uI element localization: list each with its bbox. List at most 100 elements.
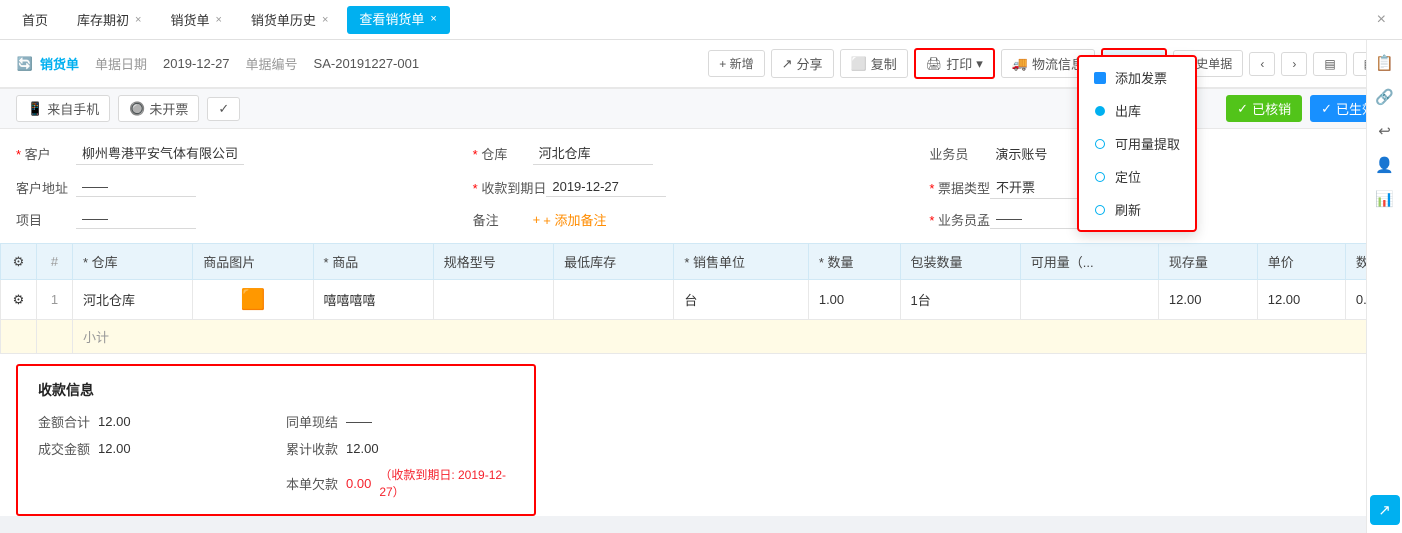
truck-icon: 🚚: [1012, 56, 1028, 72]
prev-button[interactable]: ‹: [1249, 52, 1275, 76]
sidebar-chart-icon[interactable]: 📊: [1370, 184, 1400, 214]
phone-icon: 📱: [27, 101, 43, 117]
note-field: 备注 + + 添加备注: [473, 210, 930, 229]
subtotal-gear: [1, 320, 37, 354]
from-phone-button[interactable]: 📱 来自手机: [16, 95, 110, 122]
address-value[interactable]: ——: [76, 177, 196, 197]
dropdown-locate[interactable]: 定位: [1079, 160, 1195, 193]
check-circle-icon: ✓: [1237, 101, 1248, 117]
copy-button[interactable]: ⬜ 复制: [840, 49, 908, 78]
sidebar-expand-icon[interactable]: ↗: [1370, 495, 1400, 525]
col-header-product: * 商品: [313, 244, 433, 280]
sidebar-user-icon[interactable]: 👤: [1370, 150, 1400, 180]
next-button[interactable]: ›: [1281, 52, 1307, 76]
transaction-row: 成交金额 12.00: [38, 439, 266, 458]
dropdown-refresh[interactable]: 刷新: [1079, 193, 1195, 226]
summary-panel: 收款信息 金额合计 12.00 同单现结 —— 成交金额 12.00 累计收款 …: [16, 364, 536, 516]
row-warehouse: 河北仓库: [73, 280, 193, 320]
col-header-pack-qty: 包装数量: [900, 244, 1020, 280]
sidebar-doc-icon[interactable]: 📋: [1370, 48, 1400, 78]
row-unit: 台: [674, 280, 809, 320]
total-amount-row: 金额合计 12.00: [38, 412, 266, 431]
available-qty-icon: [1093, 137, 1107, 151]
project-field: 项目 ——: [16, 209, 473, 229]
plus-icon: +: [533, 212, 541, 227]
tab-view-sales[interactable]: 查看销货单 ×: [347, 6, 449, 34]
outbound-icon: [1093, 104, 1107, 118]
check-button[interactable]: ✓: [207, 97, 240, 121]
tab-close-sales-history[interactable]: ×: [322, 14, 328, 26]
print-button[interactable]: 🖨 打印 ▾: [916, 50, 993, 77]
doc-title: 🔄 销货单: [16, 54, 79, 73]
right-sidebar: 📋 🔗 ↩ 👤 📊 ↗: [1366, 40, 1402, 533]
warehouse-field: 仓库 河北仓库: [473, 141, 930, 165]
col-header-gear: ⚙: [1, 244, 37, 280]
customer-value[interactable]: 柳州粤港平安气体有限公司: [76, 141, 244, 165]
total-amount-label: 金额合计: [38, 412, 90, 431]
share-icon: ↗: [782, 56, 793, 72]
payment-date-label: 收款到期日: [473, 178, 547, 197]
tab-sales-history[interactable]: 销货单历史 ×: [237, 0, 343, 39]
tab-bar-close-button[interactable]: ×: [1369, 11, 1394, 29]
tab-close-sales[interactable]: ×: [215, 14, 221, 26]
summary-title: 收款信息: [38, 380, 514, 400]
tab-close-inventory[interactable]: ×: [135, 14, 141, 26]
ticket-icon: 🔘: [129, 101, 145, 117]
row-qty: 1.00: [808, 280, 900, 320]
customer-label: 客户: [16, 144, 76, 163]
col-header-unit: * 销售单位: [674, 244, 809, 280]
tab-inventory[interactable]: 库存期初 ×: [63, 0, 156, 39]
row-num: 1: [37, 280, 73, 320]
doc-meta: 单据日期 2019-12-27 单据编号 SA-20191227-001: [95, 54, 419, 73]
arrears-label: 本单欠款: [286, 474, 338, 493]
arrears-value: 0.00: [346, 476, 371, 491]
sales-order-icon: 🔄: [16, 55, 34, 73]
effective-check-icon: ✓: [1321, 101, 1332, 117]
salesperson2-label: 业务员孟: [929, 210, 990, 229]
row-stock: 12.00: [1158, 280, 1257, 320]
table-header-row: ⚙ # * 仓库 商品图片 * 商品 规格型号 最低库存 * 销售单位 * 数量…: [1, 244, 1402, 280]
share-button[interactable]: ↗ 分享: [771, 49, 834, 78]
dropdown-available-qty[interactable]: 可用量提取: [1079, 127, 1195, 160]
salesperson-value: 演示账号: [989, 142, 1053, 165]
payment-date-value[interactable]: 2019-12-27: [546, 177, 666, 197]
note-label: 备注: [473, 210, 533, 229]
warehouse-value[interactable]: 河北仓库: [533, 141, 653, 165]
tab-home[interactable]: 首页: [8, 0, 63, 39]
dropdown-outbound[interactable]: 出库: [1079, 94, 1195, 127]
col-header-qty: * 数量: [808, 244, 900, 280]
check-icon: ✓: [218, 101, 229, 117]
same-order-row: 同单现结 ——: [286, 412, 514, 431]
tab-bar: 首页 库存期初 × 销货单 × 销货单历史 × 查看销货单 × ×: [0, 0, 1402, 40]
project-value[interactable]: ——: [76, 209, 196, 229]
col-header-warehouse: * 仓库: [73, 244, 193, 280]
cancelled-button[interactable]: ✓ 已核销: [1226, 95, 1302, 122]
cumulative-label: 累计收款: [286, 439, 338, 458]
sidebar-link-icon[interactable]: 🔗: [1370, 82, 1400, 112]
add-note-button[interactable]: + + 添加备注: [533, 210, 607, 229]
arrears-note: （收款到期日: 2019-12-27）: [379, 466, 514, 500]
row-product: 嘻嘻嘻嘻: [313, 280, 433, 320]
same-order-label: 同单现结: [286, 412, 338, 431]
row-price: 12.00: [1257, 280, 1345, 320]
row-pack-qty: 1台: [900, 280, 1020, 320]
cumulative-value: 12.00: [346, 441, 379, 456]
dropdown-add-invoice[interactable]: 添加发票: [1079, 61, 1195, 94]
payment-date-field: 收款到期日 2019-12-27: [473, 177, 930, 197]
col-header-available: 可用量（...: [1020, 244, 1158, 280]
row-gear[interactable]: ⚙: [1, 280, 37, 320]
transaction-value: 12.00: [98, 441, 131, 456]
row-spec: [433, 280, 553, 320]
not-open-button[interactable]: 🔘 未开票: [118, 95, 199, 122]
view1-button[interactable]: ▤: [1313, 52, 1346, 76]
tab-sales[interactable]: 销货单 ×: [156, 0, 236, 39]
tab-close-view-sales[interactable]: ×: [430, 13, 436, 25]
table-container: ⚙ # * 仓库 商品图片 * 商品 规格型号 最低库存 * 销售单位 * 数量…: [0, 243, 1402, 354]
col-header-spec: 规格型号: [433, 244, 553, 280]
col-header-stock: 现存量: [1158, 244, 1257, 280]
subtotal-row: 小计: [1, 320, 1402, 354]
new-button[interactable]: + 新增: [708, 50, 764, 77]
col-header-price: 单价: [1257, 244, 1345, 280]
sidebar-return-icon[interactable]: ↩: [1370, 116, 1400, 146]
warehouse-label: 仓库: [473, 144, 533, 163]
